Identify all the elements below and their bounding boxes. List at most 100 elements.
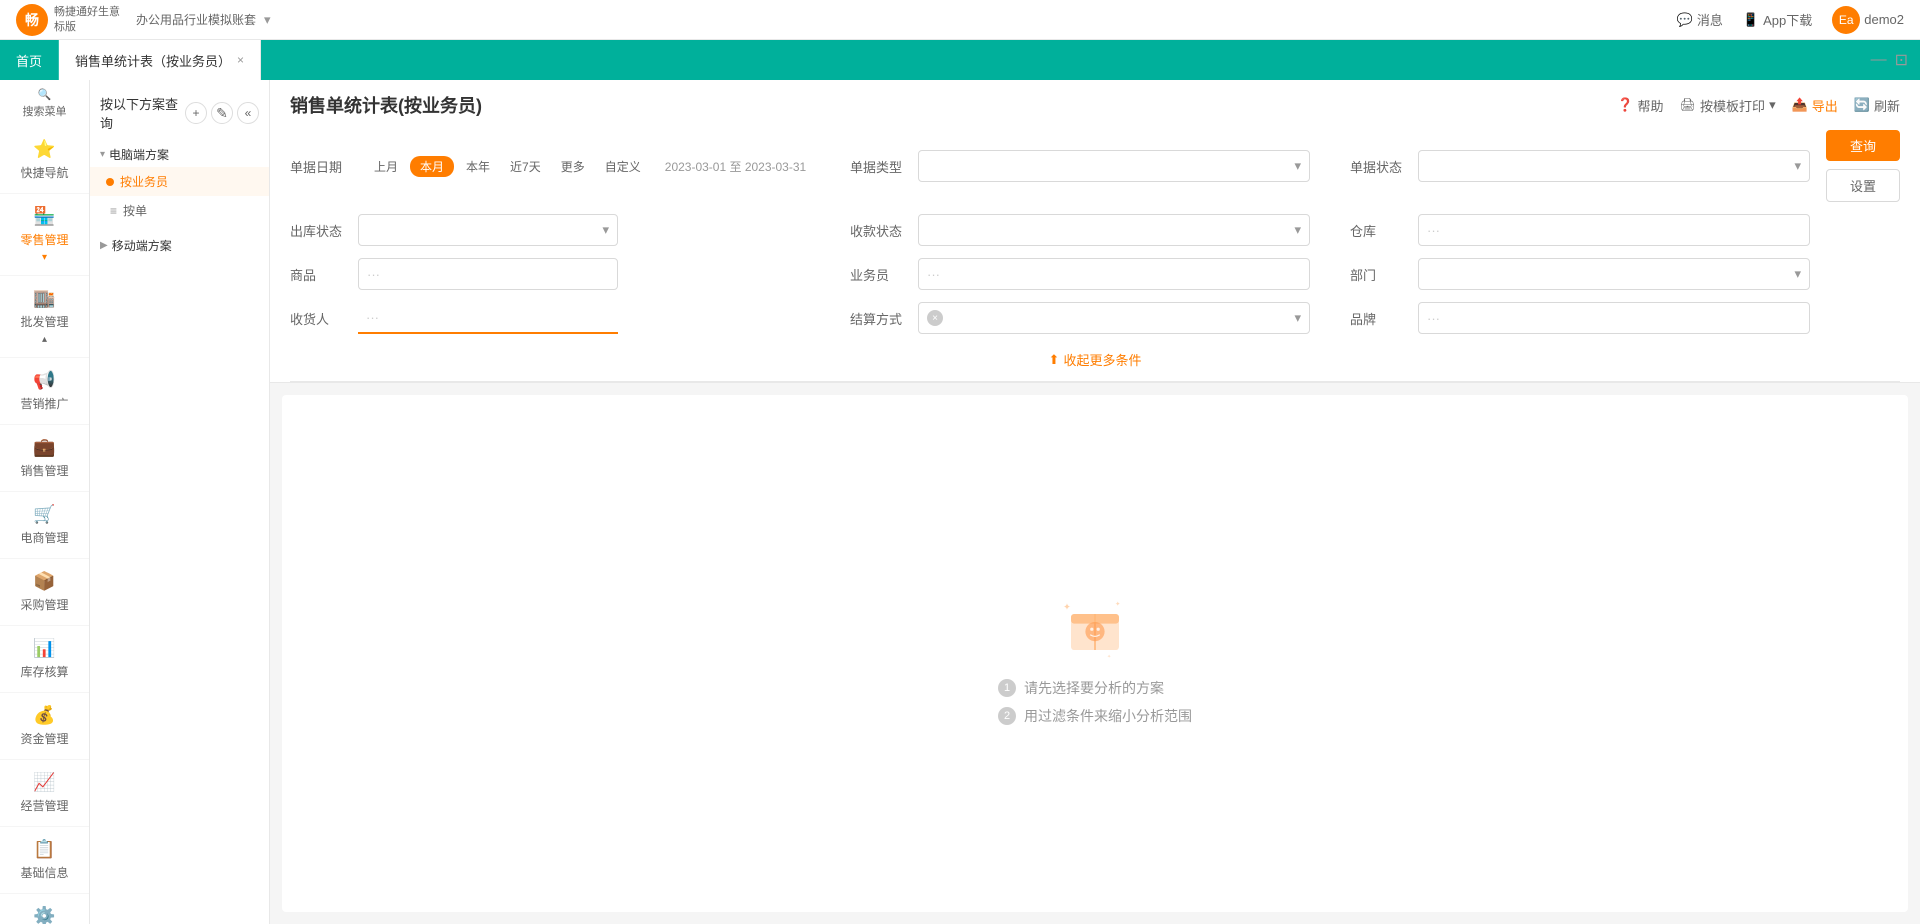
doc-type-select[interactable] bbox=[918, 150, 1310, 182]
date-year-button[interactable]: 本年 bbox=[458, 156, 498, 177]
sidebar-item-sales[interactable]: 💼 销售管理 bbox=[0, 425, 89, 492]
tab-close-icon[interactable]: × bbox=[237, 53, 244, 67]
doc-type-field: 单据类型 bbox=[850, 150, 1310, 182]
ecommerce-icon: 🛒 bbox=[33, 504, 55, 525]
sidebar-item-shortcut[interactable]: ⭐ 快捷导航 bbox=[0, 127, 89, 194]
page-actions: ❓ 帮助 🖨 按模板打印 ▾ 📤 导出 bbox=[1617, 96, 1900, 115]
tip2-text: 用过滤条件来缩小分析范围 bbox=[1024, 706, 1192, 726]
tab-home[interactable]: 首页 bbox=[0, 40, 59, 80]
top-bar-right: 💬 消息 📱 App下载 Ea demo2 bbox=[1677, 6, 1904, 34]
consignee-field: 收货人 ··· bbox=[290, 302, 810, 334]
out-status-field: 出库状态 bbox=[290, 214, 810, 246]
settlement-clear-icon[interactable]: × bbox=[927, 310, 943, 326]
tab-maximize-icon[interactable]: ⊡ bbox=[1895, 50, 1908, 70]
date-custom-button[interactable]: 自定义 bbox=[597, 156, 649, 177]
settings-button[interactable]: 设置 bbox=[1826, 169, 1900, 202]
date-more-button[interactable]: 更多 bbox=[553, 156, 593, 177]
query-row-2: 出库状态 收款状态 bbox=[290, 214, 1900, 246]
out-status-dropdown-icon bbox=[602, 222, 609, 238]
sidebar-item-ecommerce[interactable]: 🛒 电商管理 bbox=[0, 492, 89, 559]
sidebar-search[interactable]: 🔍 搜索菜单 bbox=[0, 80, 89, 127]
app-download-icon: 📱 bbox=[1743, 12, 1759, 28]
logo-text: 畅捷通好生意 标版 bbox=[54, 5, 120, 34]
warehouse-select[interactable]: ··· bbox=[1418, 214, 1810, 246]
wholesale-icon: 🏬 bbox=[33, 288, 55, 309]
sidebar-item-retail[interactable]: 🏪 零售管理 ▾ bbox=[0, 194, 89, 276]
user-profile[interactable]: Ea demo2 bbox=[1832, 6, 1904, 34]
sidebar-item-inventory[interactable]: 📊 库存核算 bbox=[0, 626, 89, 693]
dept-select[interactable] bbox=[1418, 258, 1810, 290]
receipt-status-select[interactable] bbox=[918, 214, 1310, 246]
sidebar-item-basics[interactable]: 📋 基础信息 bbox=[0, 827, 89, 894]
collapse-icon: ⬆ bbox=[1049, 352, 1060, 368]
tab-minimize-icon[interactable]: — bbox=[1871, 51, 1887, 69]
scheme-actions: + ✎ « bbox=[185, 102, 259, 124]
retail-icon: 🏪 bbox=[33, 206, 55, 227]
date-last-month-button[interactable]: 上月 bbox=[366, 156, 406, 177]
search-icon: 🔍 bbox=[38, 88, 52, 101]
empty-tips: 1 请先选择要分析的方案 2 用过滤条件来缩小分析范围 bbox=[998, 678, 1192, 726]
help-button[interactable]: ❓ 帮助 bbox=[1617, 96, 1663, 115]
consignee-input[interactable]: ··· bbox=[358, 302, 618, 334]
export-button[interactable]: 📤 导出 bbox=[1792, 96, 1838, 115]
avatar: Ea bbox=[1832, 6, 1860, 34]
doc-status-select[interactable] bbox=[1418, 150, 1810, 182]
scheme-item-by-salesperson[interactable]: 按业务员 bbox=[90, 167, 269, 196]
sidebar-item-finance[interactable]: 💰 资金管理 bbox=[0, 693, 89, 760]
refresh-button[interactable]: 🔄 刷新 bbox=[1854, 96, 1900, 115]
out-status-select[interactable] bbox=[358, 214, 618, 246]
system-icon: ⚙️ bbox=[33, 906, 55, 924]
sidebar-item-system[interactable]: ⚙️ 系统管理 bbox=[0, 894, 89, 924]
tab-actions: — ⊡ bbox=[1871, 50, 1920, 70]
scheme-panel: 按以下方案查询 + ✎ « ▾ 电脑端方案 按业务员 bbox=[90, 80, 270, 924]
salesperson-select[interactable]: ··· bbox=[918, 258, 1310, 290]
sidebar: 🔍 搜索菜单 ⭐ 快捷导航 🏪 零售管理 ▾ 🏬 批发管理 ▴ 📢 营销推广 bbox=[0, 80, 90, 924]
brand-field: 品牌 ··· bbox=[1350, 302, 1810, 334]
doc-status-dropdown-icon bbox=[1794, 158, 1801, 174]
app-download-button[interactable]: 📱 App下载 bbox=[1743, 10, 1812, 29]
empty-tip-1: 1 请先选择要分析的方案 bbox=[998, 678, 1192, 698]
svg-text:✦: ✦ bbox=[1063, 602, 1071, 613]
query-button[interactable]: 查询 bbox=[1826, 130, 1900, 161]
scheme-collapse-button[interactable]: « bbox=[237, 102, 259, 124]
sales-icon: 💼 bbox=[33, 437, 55, 458]
scheme-group-mobile-header[interactable]: ▶ 移动端方案 bbox=[90, 233, 269, 258]
sidebar-item-purchase[interactable]: 📦 采购管理 bbox=[0, 559, 89, 626]
app-title-dropdown-icon[interactable]: ▾ bbox=[264, 12, 271, 28]
page-title: 销售单统计表(按业务员) bbox=[290, 92, 482, 118]
brand-select[interactable]: ··· bbox=[1418, 302, 1810, 334]
empty-tip-2: 2 用过滤条件来缩小分析范围 bbox=[998, 706, 1192, 726]
desktop-group-arrow-icon: ▾ bbox=[100, 149, 105, 160]
svg-text:✦: ✦ bbox=[1115, 601, 1120, 608]
scheme-item-by-order[interactable]: ≡ 按单 bbox=[90, 196, 269, 225]
message-button[interactable]: 💬 消息 bbox=[1677, 10, 1723, 29]
sidebar-item-marketing[interactable]: 📢 营销推广 bbox=[0, 358, 89, 425]
receipt-status-dropdown-icon bbox=[1294, 222, 1301, 238]
salesperson-field: 业务员 ··· bbox=[850, 258, 1310, 290]
sidebar-item-operations[interactable]: 📈 经营管理 bbox=[0, 760, 89, 827]
doc-status-field: 单据状态 bbox=[1350, 150, 1810, 182]
top-bar: 畅 畅捷通好生意 标版 办公用品行业模拟账套 ▾ 💬 消息 📱 App下载 Ea… bbox=[0, 0, 1920, 40]
goods-select[interactable]: ··· bbox=[358, 258, 618, 290]
collapse-conditions-button[interactable]: ⬆ 收起更多条件 bbox=[1049, 350, 1142, 369]
mobile-group-arrow-icon: ▶ bbox=[100, 240, 108, 251]
collapse-row: ⬆ 收起更多条件 bbox=[290, 346, 1900, 369]
retail-arrow-icon: ▾ bbox=[42, 252, 47, 263]
date-range-display: 2023-03-01 至 2023-03-31 bbox=[665, 158, 806, 175]
empty-icon: ✦ ✦ ✦ bbox=[1055, 582, 1135, 662]
finance-icon: 💰 bbox=[33, 705, 55, 726]
right-content: 销售单统计表(按业务员) ❓ 帮助 🖨 按模板打印 ▾ bbox=[270, 80, 1920, 924]
receipt-status-field: 收款状态 bbox=[850, 214, 1310, 246]
settlement-select[interactable]: × bbox=[918, 302, 1310, 334]
sidebar-item-wholesale[interactable]: 🏬 批发管理 ▴ bbox=[0, 276, 89, 358]
date-7days-button[interactable]: 近7天 bbox=[502, 156, 549, 177]
scheme-add-button[interactable]: + bbox=[185, 102, 207, 124]
scheme-group-desktop-header[interactable]: ▾ 电脑端方案 bbox=[90, 142, 269, 167]
date-current-month-button[interactable]: 本月 bbox=[410, 156, 454, 177]
empty-state: ✦ ✦ ✦ 1 请先选择要分析的方案 2 bbox=[998, 582, 1192, 726]
refresh-icon: 🔄 bbox=[1854, 97, 1870, 113]
scheme-edit-button[interactable]: ✎ bbox=[211, 102, 233, 124]
scheme-group-mobile: ▶ 移动端方案 bbox=[90, 229, 269, 262]
print-button[interactable]: 🖨 按模板打印 ▾ bbox=[1680, 96, 1776, 115]
tab-sales-stat[interactable]: 销售单统计表（按业务员） × bbox=[59, 40, 261, 80]
